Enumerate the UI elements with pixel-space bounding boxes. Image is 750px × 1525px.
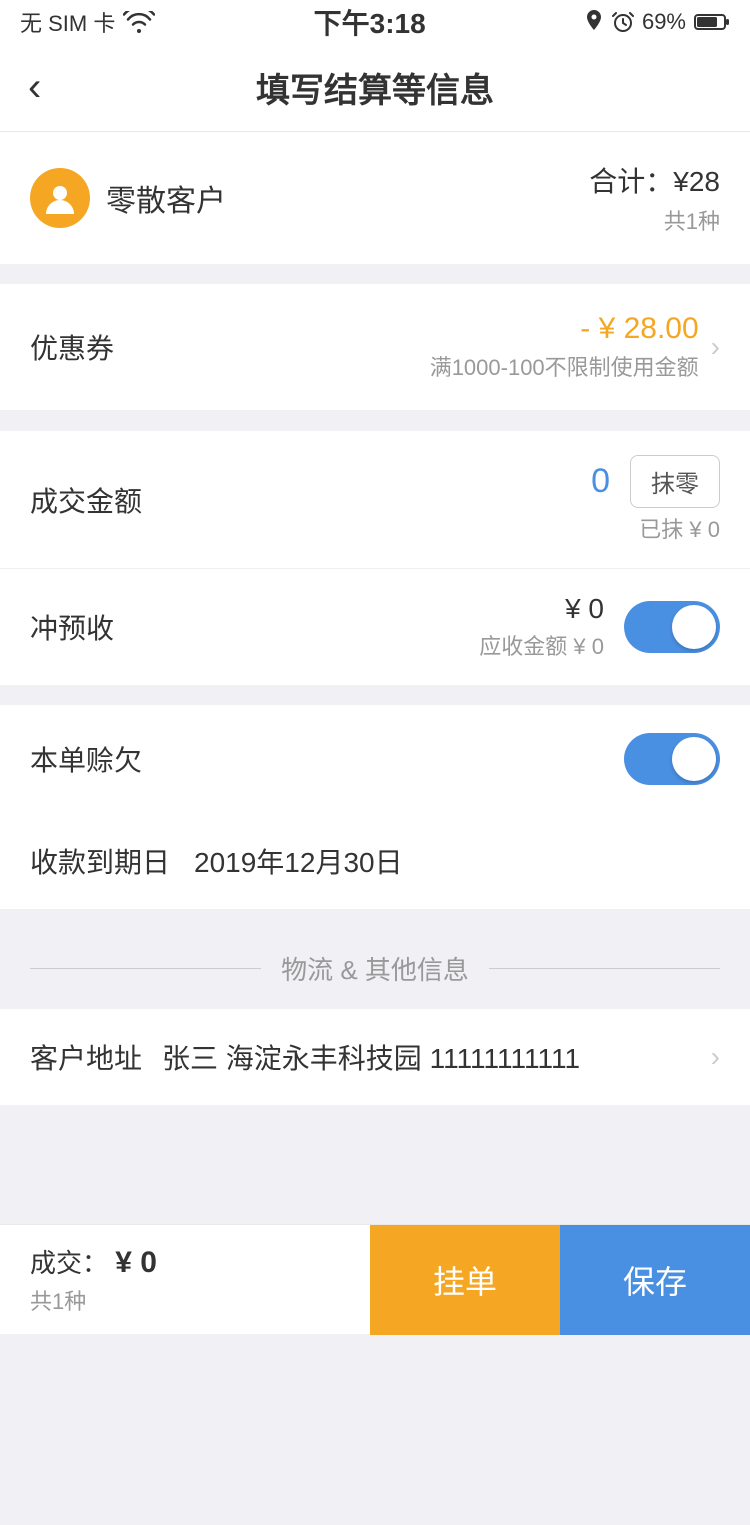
page-title: 填写结算等信息 xyxy=(256,63,494,112)
bottom-bar: 成交： ¥ 0 共1种 挂单 保存 xyxy=(0,1224,750,1334)
coupon-discount: - ¥ 28.00 xyxy=(430,312,699,346)
address-value: 张三 海淀永丰科技园 11111111111 xyxy=(162,1037,711,1077)
customer-total: 合计：¥28 共1种 xyxy=(589,160,720,236)
logistics-divider: 物流 & 其他信息 xyxy=(0,930,750,1007)
back-button[interactable]: ‹ xyxy=(28,65,41,110)
bottom-deal-row: 成交： ¥ 0 xyxy=(30,1243,340,1280)
round-button[interactable]: 抹零 xyxy=(630,455,720,508)
divider-4 xyxy=(0,910,750,930)
due-date-value: 2019年12月30日 xyxy=(194,841,403,881)
logistics-label: 物流 & 其他信息 xyxy=(281,950,469,987)
debt-toggle[interactable] xyxy=(624,733,720,785)
address-chevron-icon: › xyxy=(711,1041,720,1073)
bottom-deal-amount: ¥ 0 xyxy=(115,1246,157,1279)
nav-bar: ‹ 填写结算等信息 xyxy=(0,44,750,132)
address-row[interactable]: 客户地址 张三 海淀永丰科技园 11111111111 › xyxy=(0,1009,750,1105)
divider-line-right xyxy=(489,968,720,969)
status-right: 69% xyxy=(584,9,730,35)
battery-text: 69% xyxy=(642,9,686,35)
debt-section: 本单赊欠 xyxy=(0,705,750,813)
divider-2 xyxy=(0,411,750,431)
debt-label: 本单赊欠 xyxy=(30,739,142,779)
status-bar: 无 SIM 卡 下午3:18 69% xyxy=(0,0,750,44)
customer-name: 零散客户 xyxy=(106,176,226,220)
save-button[interactable]: 保存 xyxy=(560,1225,750,1335)
amount-label: 成交金额 xyxy=(30,480,142,520)
amount-row: 成交金额 0 抹零 已抹 ¥ 0 xyxy=(0,431,750,569)
customer-row: 零散客户 合计：¥28 共1种 xyxy=(0,132,750,264)
coupon-description: 满1000-100不限制使用金额 xyxy=(430,350,699,382)
status-left: 无 SIM 卡 xyxy=(20,6,155,38)
bottom-count: 共1种 xyxy=(30,1284,340,1316)
address-label: 客户地址 xyxy=(30,1037,142,1077)
divider-line-left xyxy=(30,968,261,969)
location-icon xyxy=(584,10,604,34)
sim-status: 无 SIM 卡 xyxy=(20,6,115,38)
alarm-icon xyxy=(612,10,634,34)
amount-sub: 已抹 ¥ 0 xyxy=(570,512,720,544)
toggle-knob xyxy=(672,605,716,649)
due-date-label: 收款到期日 xyxy=(30,841,170,881)
bottom-deal-label: 成交： xyxy=(30,1248,108,1278)
battery-icon xyxy=(694,13,730,31)
user-icon xyxy=(42,180,78,216)
amount-value-wrap: 0 抹零 xyxy=(570,455,720,508)
coupon-row[interactable]: 优惠券 - ¥ 28.00 满1000-100不限制使用金额 › xyxy=(0,284,750,411)
total-price: 合计：¥28 xyxy=(589,160,720,200)
coupon-label: 优惠券 xyxy=(30,327,114,367)
coupon-info: - ¥ 28.00 满1000-100不限制使用金额 xyxy=(430,312,699,382)
customer-left: 零散客户 xyxy=(30,168,226,228)
wifi-icon xyxy=(123,11,155,33)
status-time: 下午3:18 xyxy=(314,2,426,42)
hang-button[interactable]: 挂单 xyxy=(370,1225,560,1335)
debt-toggle-knob xyxy=(672,737,716,781)
prereceive-right: ¥ 0 应收金额 ¥ 0 xyxy=(479,593,720,661)
prereceive-label: 冲预收 xyxy=(30,607,114,647)
divider-3 xyxy=(0,685,750,705)
bottom-summary: 成交： ¥ 0 共1种 xyxy=(0,1243,370,1316)
prereceive-row: 冲预收 ¥ 0 应收金额 ¥ 0 xyxy=(0,569,750,685)
divider-1 xyxy=(0,264,750,284)
prereceive-sub-amount: 应收金额 ¥ 0 xyxy=(479,629,604,661)
chevron-right-icon: › xyxy=(711,331,720,363)
coupon-right: - ¥ 28.00 满1000-100不限制使用金额 › xyxy=(430,312,720,382)
prereceive-main-amount: ¥ 0 xyxy=(479,593,604,625)
total-count: 共1种 xyxy=(589,204,720,236)
prereceive-toggle[interactable] xyxy=(624,601,720,653)
amount-value: 0 xyxy=(570,462,610,501)
due-date-row: 收款到期日 2019年12月30日 xyxy=(0,813,750,910)
prereceive-amounts: ¥ 0 应收金额 ¥ 0 xyxy=(479,593,604,661)
avatar xyxy=(30,168,90,228)
amount-section: 成交金额 0 抹零 已抹 ¥ 0 冲预收 ¥ 0 应收金额 ¥ 0 xyxy=(0,431,750,685)
